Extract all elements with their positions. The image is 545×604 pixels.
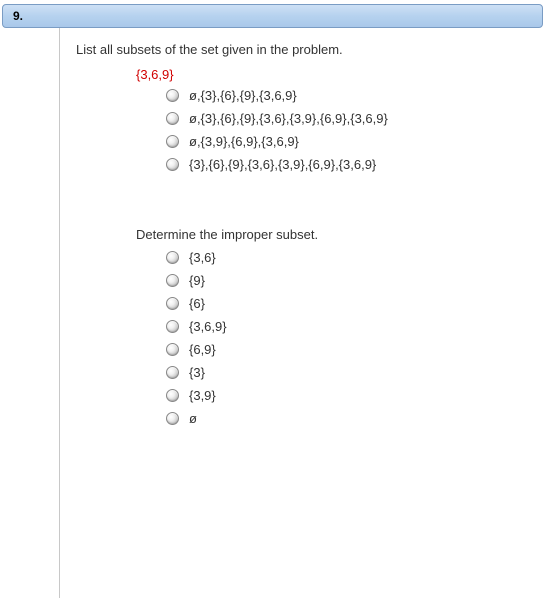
option-row[interactable]: ø <box>166 411 535 426</box>
radio-icon[interactable] <box>166 251 179 264</box>
option-label: ø <box>189 411 197 426</box>
option-label: {9} <box>189 273 205 288</box>
question-number: 9. <box>13 9 23 23</box>
option-label: {6,9} <box>189 342 216 357</box>
radio-icon[interactable] <box>166 158 179 171</box>
option-label: {3,9} <box>189 388 216 403</box>
option-row[interactable]: {3,9} <box>166 388 535 403</box>
option-label: ø,{3},{6},{9},{3,6},{3,9},{6,9},{3,6,9} <box>189 111 388 126</box>
option-label: ø,{3},{6},{9},{3,6,9} <box>189 88 297 103</box>
option-label: {6} <box>189 296 205 311</box>
option-row[interactable]: {3,6} <box>166 250 535 265</box>
option-row[interactable]: {3,6,9} <box>166 319 535 334</box>
part1-prompt: List all subsets of the set given in the… <box>76 42 535 57</box>
radio-icon[interactable] <box>166 320 179 333</box>
option-label: {3} <box>189 365 205 380</box>
content-wrap: List all subsets of the set given in the… <box>0 28 545 598</box>
radio-icon[interactable] <box>166 366 179 379</box>
part2-options: {3,6} {9} {6} {3,6,9} {6,9} <box>166 250 535 426</box>
option-row[interactable]: {3},{6},{9},{3,6},{3,9},{6,9},{3,6,9} <box>166 157 535 172</box>
radio-icon[interactable] <box>166 274 179 287</box>
given-set: {3,6,9} <box>136 67 535 82</box>
radio-icon[interactable] <box>166 112 179 125</box>
option-row[interactable]: ø,{3},{6},{9},{3,6,9} <box>166 88 535 103</box>
radio-icon[interactable] <box>166 89 179 102</box>
left-gutter <box>0 28 60 598</box>
radio-icon[interactable] <box>166 135 179 148</box>
option-row[interactable]: {9} <box>166 273 535 288</box>
option-row[interactable]: {3} <box>166 365 535 380</box>
option-row[interactable]: {6,9} <box>166 342 535 357</box>
option-label: {3,6,9} <box>189 319 227 334</box>
option-row[interactable]: ø,{3},{6},{9},{3,6},{3,9},{6,9},{3,6,9} <box>166 111 535 126</box>
radio-icon[interactable] <box>166 343 179 356</box>
question-number-header: 9. <box>2 4 543 28</box>
radio-icon[interactable] <box>166 389 179 402</box>
radio-icon[interactable] <box>166 297 179 310</box>
question-content: List all subsets of the set given in the… <box>60 28 545 598</box>
option-row[interactable]: {6} <box>166 296 535 311</box>
part1-options: ø,{3},{6},{9},{3,6,9} ø,{3},{6},{9},{3,6… <box>166 88 535 172</box>
option-label: ø,{3,9},{6,9},{3,6,9} <box>189 134 299 149</box>
option-label: {3,6} <box>189 250 216 265</box>
part2: Determine the improper subset. {3,6} {9}… <box>136 227 535 426</box>
radio-icon[interactable] <box>166 412 179 425</box>
part2-prompt: Determine the improper subset. <box>136 227 535 242</box>
option-row[interactable]: ø,{3,9},{6,9},{3,6,9} <box>166 134 535 149</box>
option-label: {3},{6},{9},{3,6},{3,9},{6,9},{3,6,9} <box>189 157 376 172</box>
